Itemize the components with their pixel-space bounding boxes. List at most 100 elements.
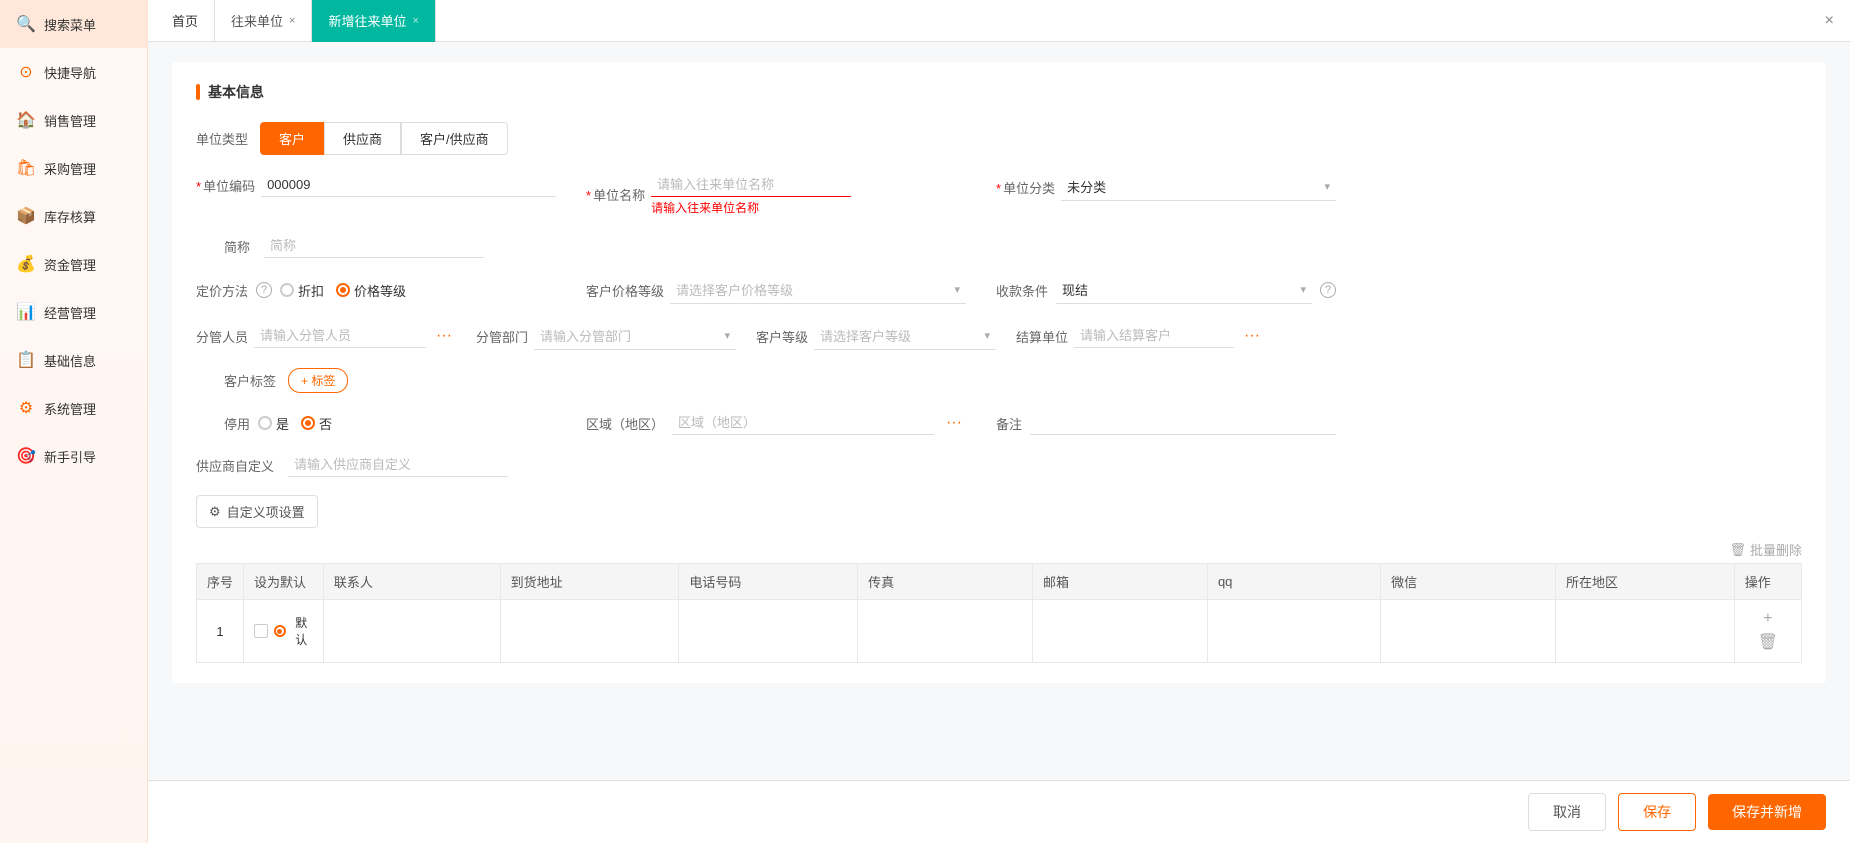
customer-price-level-select[interactable]: 请选择客户价格等级 ▾ <box>670 276 966 304</box>
email-input[interactable] <box>1043 624 1197 639</box>
customer-level-select[interactable]: 请选择客户等级 ▾ <box>814 322 996 350</box>
row-contact[interactable] <box>323 600 500 663</box>
row-add-button[interactable]: + <box>1759 608 1776 630</box>
tab-home[interactable]: 首页 <box>156 0 215 42</box>
disabled-no-radio[interactable]: 否 <box>301 414 332 433</box>
save-button[interactable]: 保存 <box>1618 793 1696 831</box>
pricing-discount-radio[interactable]: 折扣 <box>280 281 324 300</box>
sidebar-item-sales[interactable]: 🏠 销售管理 <box>0 96 147 144</box>
row-email[interactable] <box>1033 600 1208 663</box>
add-tag-button[interactable]: + 标签 <box>288 368 348 393</box>
unit-type-both[interactable]: 客户/供应商 <box>401 122 508 155</box>
sidebar-item-purchase[interactable]: 🛍 采购管理 <box>0 144 147 192</box>
supplier-custom-label: 供应商自定义 <box>196 456 274 475</box>
customer-tags-label: 客户标签 <box>224 371 276 390</box>
save-new-button[interactable]: 保存并新增 <box>1708 794 1826 830</box>
sidebar-item-inventory[interactable]: 📦 库存核算 <box>0 192 147 240</box>
section-title-icon <box>196 84 200 100</box>
guide-icon: 🎯 <box>16 446 36 466</box>
payment-terms-field: 收款条件 现结 ▾ ? <box>996 276 1336 304</box>
region-table-input[interactable] <box>1566 624 1724 639</box>
row-qq[interactable] <box>1207 600 1380 663</box>
fax-input[interactable] <box>868 624 1022 639</box>
unit-code-input[interactable] <box>261 173 556 197</box>
chevron-down-icon-2: ▾ <box>954 283 960 296</box>
custom-settings-button[interactable]: ⚙ 自定义项设置 <box>196 495 318 528</box>
region-more-button[interactable]: ··· <box>942 414 966 432</box>
row-wechat[interactable] <box>1381 600 1556 663</box>
payment-terms-help-icon[interactable]: ? <box>1320 282 1336 298</box>
window-close-button[interactable]: × <box>1817 8 1842 34</box>
qq-input[interactable] <box>1218 624 1370 639</box>
pricing-level-radio[interactable]: 价格等级 <box>336 281 406 300</box>
unit-type-customer[interactable]: 客户 <box>260 122 324 155</box>
add-tag-label: + 标签 <box>301 372 335 389</box>
row-default-radio[interactable] <box>274 625 286 637</box>
sidebar-item-operations[interactable]: 📊 经营管理 <box>0 288 147 336</box>
tab-new-partner-label: 新增往来单位 <box>328 11 406 30</box>
sidebar-item-label: 新手引导 <box>44 447 96 466</box>
sidebar-item-basic-info[interactable]: 📋 基础信息 <box>0 336 147 384</box>
row-default-cell: 默认 <box>244 600 324 663</box>
supervisor-label: 分管人员 <box>196 327 248 346</box>
inventory-icon: 📦 <box>16 206 36 226</box>
abbreviation-input[interactable] <box>264 234 484 258</box>
unit-name-error: 请输入往来单位名称 <box>651 199 966 216</box>
tab-partner[interactable]: 往来单位 × <box>215 0 312 42</box>
row-region[interactable] <box>1556 600 1735 663</box>
wechat-input[interactable] <box>1391 624 1545 639</box>
payment-terms-select[interactable]: 现结 ▾ <box>1056 276 1312 304</box>
supervisor-input[interactable] <box>254 324 426 348</box>
abbreviation-label: 简称 <box>224 237 250 256</box>
sidebar-item-system[interactable]: ⚙ 系统管理 <box>0 384 147 432</box>
unit-name-input[interactable] <box>651 173 851 197</box>
chevron-down-icon: ▾ <box>1324 180 1330 193</box>
sidebar-item-label: 快捷导航 <box>44 63 96 82</box>
sidebar-item-finance[interactable]: 💰 资金管理 <box>0 240 147 288</box>
tab-new-partner-close[interactable]: × <box>412 15 418 27</box>
col-email: 邮箱 <box>1033 564 1208 600</box>
row-fax[interactable] <box>858 600 1033 663</box>
unit-category-select[interactable]: 未分类 ▾ <box>1061 173 1336 201</box>
address-input[interactable] <box>511 624 669 639</box>
unit-type-supplier[interactable]: 供应商 <box>324 122 401 155</box>
tab-new-partner[interactable]: 新增往来单位 × <box>312 0 435 42</box>
supervisor-field: 分管人员 ··· <box>196 324 456 348</box>
cancel-button[interactable]: 取消 <box>1528 793 1606 831</box>
remarks-input[interactable] <box>1030 411 1336 435</box>
department-select[interactable]: 请输入分管部门 ▾ <box>534 322 736 350</box>
row-default-checkbox[interactable] <box>254 624 268 638</box>
customer-level-field: 客户等级 请选择客户等级 ▾ <box>756 322 996 350</box>
phone-input[interactable] <box>689 624 847 639</box>
sidebar-item-search[interactable]: 🔍 搜索菜单 <box>0 0 147 48</box>
row-phone[interactable] <box>679 600 858 663</box>
system-icon: ⚙ <box>16 398 36 418</box>
payment-terms-value: 现结 <box>1062 280 1296 299</box>
unit-type-label: 单位类型 <box>196 129 248 148</box>
sidebar-item-quick-nav[interactable]: ⊙ 快捷导航 <box>0 48 147 96</box>
disabled-field: 停用 是 否 <box>196 414 556 433</box>
batch-delete-label[interactable]: 批量删除 <box>1750 540 1802 559</box>
pricing-row: 定价方法 ? 折扣 价格等级 <box>196 276 1802 304</box>
sidebar-item-guide[interactable]: 🎯 新手引导 <box>0 432 147 480</box>
settlement-unit-input[interactable] <box>1074 324 1234 348</box>
chevron-down-icon-4: ▾ <box>724 329 730 342</box>
tab-partner-close[interactable]: × <box>289 15 295 27</box>
pricing-method-help-icon[interactable]: ? <box>256 282 272 298</box>
supervisor-more-button[interactable]: ··· <box>432 327 456 345</box>
customer-price-level-field: 客户价格等级 请选择客户价格等级 ▾ <box>586 276 966 304</box>
basic-info-icon: 📋 <box>16 350 36 370</box>
col-action: 操作 <box>1734 564 1801 600</box>
region-input[interactable] <box>672 411 934 435</box>
contact-input[interactable] <box>334 624 490 639</box>
sidebar-item-label: 采购管理 <box>44 159 96 178</box>
row-seq: 1 <box>197 600 244 663</box>
settlement-unit-more-button[interactable]: ··· <box>1240 327 1264 345</box>
form-footer: 取消 保存 保存并新增 <box>148 780 1850 843</box>
row-delete-button[interactable]: 🗑 <box>1754 630 1782 654</box>
supplier-custom-input[interactable] <box>288 453 508 477</box>
row-address[interactable] <box>500 600 679 663</box>
pricing-method-radio-group: 折扣 价格等级 <box>280 281 406 300</box>
disabled-yes-radio[interactable]: 是 <box>258 414 289 433</box>
customer-price-level-label: 客户价格等级 <box>586 281 664 300</box>
